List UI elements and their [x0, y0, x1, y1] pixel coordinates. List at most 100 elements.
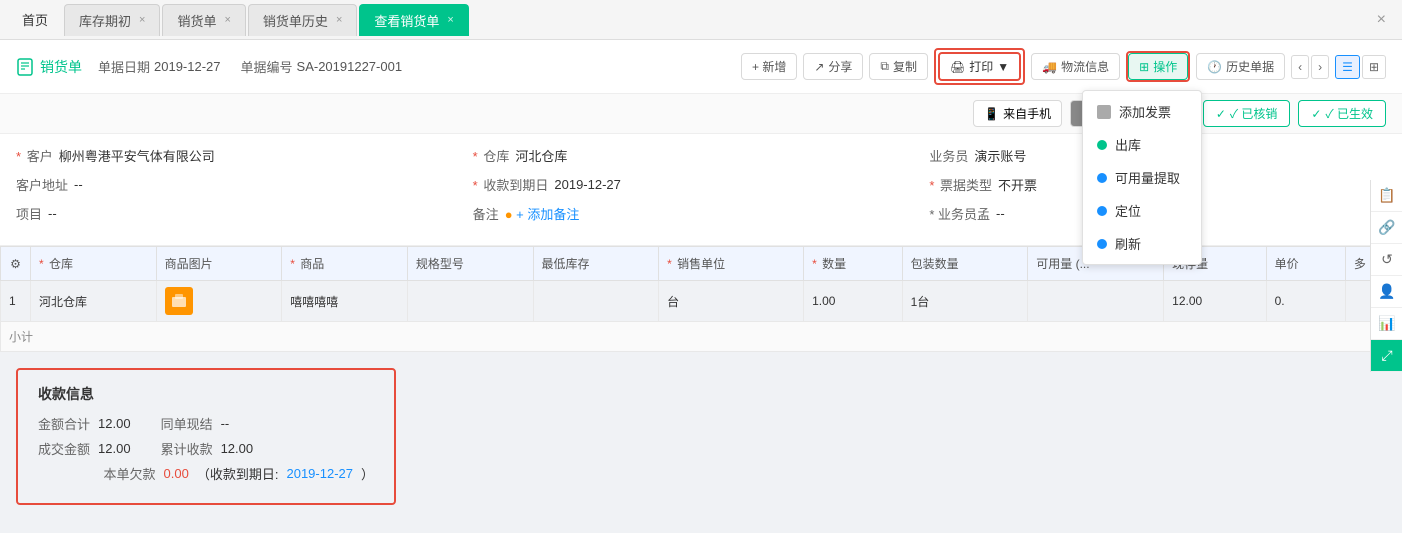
note-label: 备注: [473, 204, 499, 223]
payment-date-label: * 收款到期日: [473, 175, 549, 194]
refresh-icon: [1097, 239, 1107, 249]
doc-date-label: 单据日期: [98, 57, 150, 76]
ops-button-highlight: ⊞ 操作: [1126, 51, 1190, 82]
customer-field: * 客户 柳州粤港平安气体有限公司: [16, 146, 473, 165]
doc-actions: + 新增 ↗ 分享 ⧉ 复制 🖨 打印 ▼ 🚚 物流信息 ⊞ 操作: [741, 48, 1386, 85]
doc-number-field: 单据编号 SA-20191227-001: [241, 57, 403, 76]
project-value: --: [48, 206, 57, 221]
tab-inventory-init[interactable]: 库存期初 ×: [64, 4, 160, 36]
tab-sales-history-label: 销货单历史: [263, 11, 328, 30]
col-pack-qty: 包装数量: [902, 247, 1028, 281]
deal-amount-label: 成交金额: [38, 439, 90, 458]
print-button-highlight: 🖨 打印 ▼: [934, 48, 1025, 85]
deal-amount-value: 12.00: [98, 441, 131, 456]
ticket-type-label: * 票据类型: [929, 175, 992, 194]
row-product: 嘻嘻嘻嘻: [282, 281, 408, 322]
row-available: [1028, 281, 1164, 322]
ops-button[interactable]: ⊞ 操作: [1128, 53, 1188, 80]
row-warehouse: 河北仓库: [31, 281, 157, 322]
dropdown-add-invoice[interactable]: 添加发票: [1083, 95, 1201, 128]
tab-sales-order[interactable]: 销货单 ×: [162, 4, 245, 36]
refresh-label: 刷新: [1115, 234, 1141, 253]
share-button[interactable]: ↗ 分享: [803, 53, 863, 80]
address-field: 客户地址 --: [16, 175, 473, 194]
row-product-img: [156, 281, 282, 322]
from-phone-label: 来自手机: [1003, 105, 1051, 122]
doc-meta: 单据日期 2019-12-27 单据编号 SA-20191227-001: [98, 57, 402, 76]
next-button[interactable]: ›: [1311, 55, 1329, 79]
history-button[interactable]: 🕐 历史单据: [1196, 53, 1285, 80]
clipboard-icon: 📋: [1378, 187, 1395, 204]
already-cancel-label: ✓ 已核销: [1230, 105, 1278, 122]
subtotal-label: 小计: [1, 322, 1402, 352]
tab-view-sales-label: 查看销货单: [374, 11, 439, 30]
available-pickup-label: 可用量提取: [1115, 168, 1180, 187]
tab-sales-history-close[interactable]: ×: [336, 14, 342, 26]
window-close-button[interactable]: ×: [1369, 11, 1394, 29]
print-dropdown-arrow: ▼: [997, 60, 1009, 74]
tab-sales-order-label: 销货单: [177, 11, 216, 30]
view-grid-button[interactable]: ⊞: [1362, 55, 1386, 79]
project-label: 项目: [16, 204, 42, 223]
tab-sales-order-close[interactable]: ×: [224, 14, 230, 26]
doc-header: 销货单 单据日期 2019-12-27 单据编号 SA-20191227-001…: [0, 40, 1402, 94]
out-stock-icon: [1097, 140, 1107, 150]
tab-home-label: 首页: [22, 10, 48, 29]
sales-order-icon: [16, 58, 34, 76]
address-label: 客户地址: [16, 175, 68, 194]
add-invoice-icon: [1097, 105, 1111, 119]
history-icon: 🕐: [1207, 60, 1222, 74]
already-effect-button[interactable]: ✓ ✓ 已生效: [1298, 100, 1386, 127]
phone-icon: 📱: [984, 107, 999, 121]
payment-date-field: * 收款到期日 2019-12-27: [473, 175, 930, 194]
tab-bar: 首页 库存期初 × 销货单 × 销货单历史 × 查看销货单 × ×: [0, 0, 1402, 40]
right-icon-undo[interactable]: ↺: [1371, 244, 1402, 276]
payment-row-2: 成交金额 12.00 累计收款 12.00: [38, 439, 374, 458]
table-row: 1 河北仓库 嘻嘻嘻嘻 台 1.00 1台 12.00: [1, 281, 1402, 322]
add-note-button[interactable]: ● + 添加备注: [505, 204, 580, 223]
total-amount-value: 12.00: [98, 416, 131, 431]
project-field: 项目 --: [16, 204, 473, 223]
staff2-label: * 业务员孟: [929, 204, 990, 223]
ops-icon: ⊞: [1139, 60, 1149, 74]
link-icon: 🔗: [1378, 219, 1395, 236]
tab-view-sales-close[interactable]: ×: [447, 14, 453, 26]
balance-date: 2019-12-27: [286, 466, 353, 481]
dropdown-location[interactable]: 定位: [1083, 194, 1201, 227]
ops-label: 操作: [1153, 58, 1177, 75]
right-icon-expand[interactable]: ⤢: [1371, 340, 1402, 372]
dropdown-available-pickup[interactable]: 可用量提取: [1083, 161, 1201, 194]
print-button[interactable]: 🖨 打印 ▼: [938, 52, 1021, 81]
doc-date-value: 2019-12-27: [154, 59, 221, 74]
row-pack-qty: 1台: [902, 281, 1028, 322]
already-cancel-button[interactable]: ✓ ✓ 已核销: [1203, 100, 1291, 127]
warehouse-star: *: [473, 149, 478, 164]
logistics-button[interactable]: 🚚 物流信息: [1031, 53, 1120, 80]
undo-icon: ↺: [1381, 251, 1393, 268]
staff2-value: --: [996, 206, 1005, 221]
right-icon-clipboard[interactable]: 📋: [1371, 180, 1402, 212]
dropdown-out-stock[interactable]: 出库: [1083, 128, 1201, 161]
col-min-stock: 最低库存: [533, 247, 659, 281]
available-pickup-icon: [1097, 173, 1107, 183]
bottom-section: 收款信息 金额合计 12.00 同单现结 -- 成交金额 12.00 累计收款 …: [0, 352, 1402, 521]
same-order-value: --: [221, 416, 230, 431]
add-button[interactable]: + 新增: [741, 53, 797, 80]
location-icon: [1097, 206, 1107, 216]
dropdown-refresh[interactable]: 刷新: [1083, 227, 1201, 260]
tab-view-sales[interactable]: 查看销货单 ×: [359, 4, 468, 36]
from-phone-button[interactable]: 📱 来自手机: [973, 100, 1062, 127]
tab-home[interactable]: 首页: [8, 4, 62, 36]
tab-sales-history[interactable]: 销货单历史 ×: [248, 4, 357, 36]
tab-inventory-init-close[interactable]: ×: [139, 14, 145, 26]
view-list-button[interactable]: ☰: [1335, 55, 1360, 79]
customer-star: *: [16, 149, 21, 164]
right-icon-link[interactable]: 🔗: [1371, 212, 1402, 244]
copy-label: 复制: [893, 58, 917, 75]
balance-value: 0.00: [164, 466, 189, 481]
copy-button[interactable]: ⧉ 复制: [869, 53, 928, 80]
row-num: 1: [1, 281, 31, 322]
right-icon-chart[interactable]: 📊: [1371, 308, 1402, 340]
prev-button[interactable]: ‹: [1291, 55, 1309, 79]
right-icon-user[interactable]: 👤: [1371, 276, 1402, 308]
